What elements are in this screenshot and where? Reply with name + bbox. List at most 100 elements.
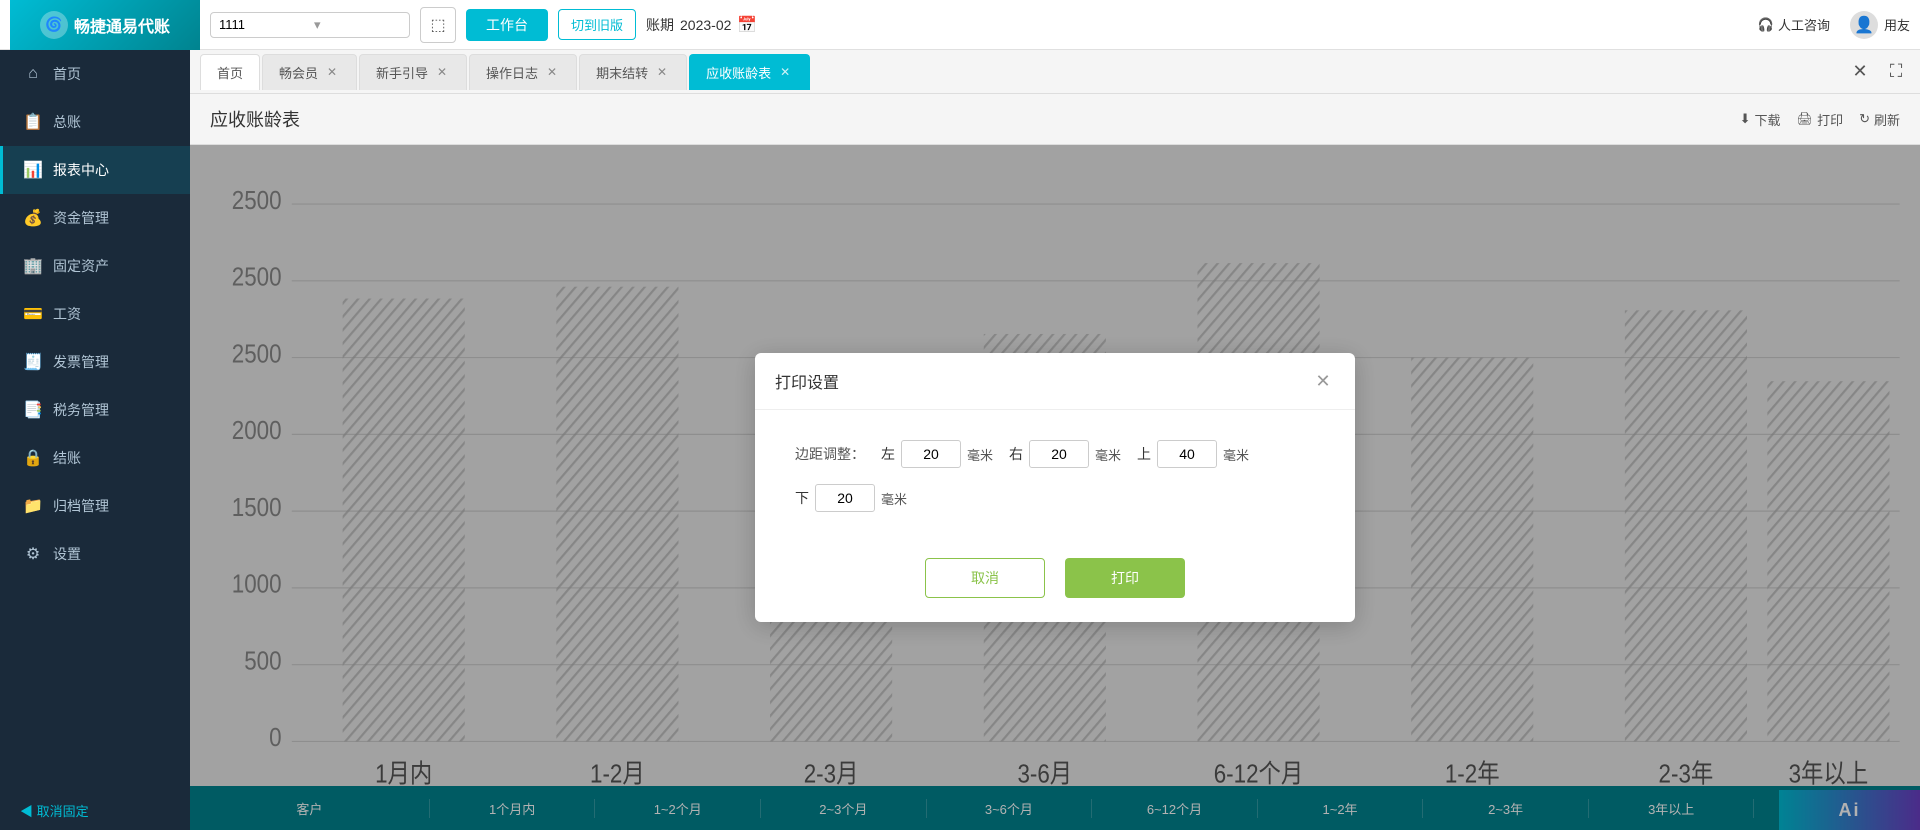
sidebar-item-settings[interactable]: ⚙ 设置: [0, 530, 190, 578]
top-dir-label: 上: [1137, 444, 1151, 464]
left-dir-label: 左: [881, 444, 895, 464]
close-icon[interactable]: ✕: [654, 64, 670, 80]
sidebar-item-label: 归档管理: [53, 496, 109, 516]
modal-body: 边距调整： 左 毫米 右: [755, 410, 1355, 542]
sidebar-item-label: 设置: [53, 544, 81, 564]
copy-icon-button[interactable]: ⬚: [420, 7, 456, 43]
tab-actions: ✕ ⛶: [1846, 58, 1910, 86]
print-confirm-button[interactable]: 打印: [1065, 558, 1185, 598]
tab-label: 应收账龄表: [706, 63, 771, 82]
left-margin-input[interactable]: [901, 440, 961, 468]
period-area: 账期 2023-02 📅: [646, 15, 757, 35]
right-margin-input[interactable]: [1029, 440, 1089, 468]
close-icon[interactable]: ✕: [777, 64, 793, 80]
sidebar-item-reports[interactable]: 📊 报表中心: [0, 146, 190, 194]
avatar: 👤: [1850, 11, 1878, 39]
refresh-icon: ↻: [1859, 111, 1870, 127]
logo: 🌀 畅捷通易代账: [10, 0, 200, 50]
support-area[interactable]: 🎧 人工咨询: [1758, 15, 1830, 34]
user-area[interactable]: 👤 用友: [1850, 11, 1910, 39]
sidebar-item-close[interactable]: 🔒 结账: [0, 434, 190, 482]
reports-icon: 📊: [23, 160, 43, 180]
sidebar-item-invoice[interactable]: 🧾 发票管理: [0, 338, 190, 386]
sidebar-item-label: 结账: [53, 448, 81, 468]
calendar-icon[interactable]: 📅: [737, 15, 757, 35]
tab-period-close[interactable]: 期末结转 ✕: [579, 54, 687, 90]
close-period-icon: 🔒: [23, 448, 43, 468]
tab-membership[interactable]: 畅会员 ✕: [262, 54, 357, 90]
header-right: 🎧 人工咨询 👤 用友: [1758, 11, 1910, 39]
page-title: 应收账龄表: [210, 106, 300, 132]
sidebar-collapse-button[interactable]: ◀ 取消固定: [0, 791, 190, 830]
headphone-icon: 🎧: [1758, 17, 1774, 33]
sidebar-item-label: 发票管理: [53, 352, 109, 372]
invoice-icon: 🧾: [23, 352, 43, 372]
page-actions: ⬇ 下载 🖨 打印 ↻ 刷新: [1740, 110, 1900, 129]
tab-label: 期末结转: [596, 63, 648, 82]
sidebar-item-assets[interactable]: 🏢 固定资产: [0, 242, 190, 290]
home-icon: ⌂: [23, 65, 43, 83]
left-unit: 毫米: [967, 445, 993, 464]
tab-oplog[interactable]: 操作日志 ✕: [469, 54, 577, 90]
sidebar-item-archive[interactable]: 📁 归档管理: [0, 482, 190, 530]
close-icon[interactable]: ✕: [324, 64, 340, 80]
download-button[interactable]: ⬇ 下载: [1740, 110, 1781, 129]
logo-icon: 🌀: [40, 11, 68, 39]
print-label: 打印: [1817, 110, 1843, 129]
refresh-label: 刷新: [1874, 110, 1900, 129]
tab-aging[interactable]: 应收账龄表 ✕: [689, 54, 810, 90]
refresh-button[interactable]: ↻ 刷新: [1859, 110, 1900, 129]
right-dir-label: 右: [1009, 444, 1023, 464]
assets-icon: 🏢: [23, 256, 43, 276]
top-margin-input[interactable]: [1157, 440, 1217, 468]
top-unit: 毫米: [1223, 445, 1249, 464]
workbench-button[interactable]: 工作台: [466, 9, 548, 41]
download-label: 下载: [1755, 110, 1781, 129]
user-label: 用友: [1884, 15, 1910, 34]
tab-label: 首页: [217, 63, 243, 82]
maximize-tab-button[interactable]: ⛶: [1882, 58, 1910, 86]
sidebar-item-label: 首页: [53, 64, 81, 84]
funds-icon: 💰: [23, 208, 43, 228]
modal-overlay: 打印设置 ✕ 边距调整： 左 毫米: [190, 145, 1920, 830]
sidebar-bottom-label: ◀ 取消固定: [20, 801, 89, 820]
sidebar-item-label: 工资: [53, 304, 81, 324]
margin-left-group: 左 毫米: [881, 440, 993, 468]
sidebar-item-funds[interactable]: 💰 资金管理: [0, 194, 190, 242]
sidebar-item-salary[interactable]: 💳 工资: [0, 290, 190, 338]
sidebar-item-label: 固定资产: [53, 256, 109, 276]
close-tab-button[interactable]: ✕: [1846, 58, 1874, 86]
close-icon[interactable]: ✕: [434, 64, 450, 80]
tab-guide[interactable]: 新手引导 ✕: [359, 54, 467, 90]
company-name: 1111: [219, 17, 306, 32]
download-icon: ⬇: [1740, 111, 1751, 127]
chart-container: 2500 2500 2500 2000 1500 1000 500 0: [190, 145, 1920, 830]
period-label: 账期: [646, 15, 674, 35]
bottom-margin-input[interactable]: [815, 484, 875, 512]
tab-label: 新手引导: [376, 63, 428, 82]
sidebar-item-label: 报表中心: [53, 160, 109, 180]
switch-version-button[interactable]: 切到旧版: [558, 9, 636, 40]
margin-label: 边距调整：: [795, 444, 865, 464]
modal-footer: 取消 打印: [755, 542, 1355, 622]
sidebar-item-home[interactable]: ⌂ 首页: [0, 50, 190, 98]
close-icon[interactable]: ✕: [544, 64, 560, 80]
sidebar-item-label: 总账: [53, 112, 81, 132]
tab-label: 操作日志: [486, 63, 538, 82]
content-area: 首页 畅会员 ✕ 新手引导 ✕ 操作日志 ✕ 期末结转 ✕: [190, 50, 1920, 830]
tab-home[interactable]: 首页: [200, 54, 260, 90]
margin-row: 边距调整： 左 毫米 右: [795, 440, 1315, 512]
sidebar-item-ledger[interactable]: 📋 总账: [0, 98, 190, 146]
sidebar-item-label: 资金管理: [53, 208, 109, 228]
sidebar: ⌂ 首页 📋 总账 📊 报表中心 💰 资金管理 🏢 固定资产 💳 工资: [0, 50, 190, 830]
modal-title: 打印设置: [775, 369, 839, 393]
period-value: 2023-02: [680, 17, 731, 33]
cancel-button[interactable]: 取消: [925, 558, 1045, 598]
company-selector[interactable]: 1111 ▾: [210, 12, 410, 38]
print-button[interactable]: 🖨 打印: [1797, 110, 1844, 129]
sidebar-item-tax[interactable]: 📑 税务管理: [0, 386, 190, 434]
logo-text: 畅捷通易代账: [74, 13, 170, 37]
sidebar-item-label: 税务管理: [53, 400, 109, 420]
print-icon: 🖨: [1797, 111, 1814, 127]
modal-close-button[interactable]: ✕: [1311, 369, 1335, 393]
